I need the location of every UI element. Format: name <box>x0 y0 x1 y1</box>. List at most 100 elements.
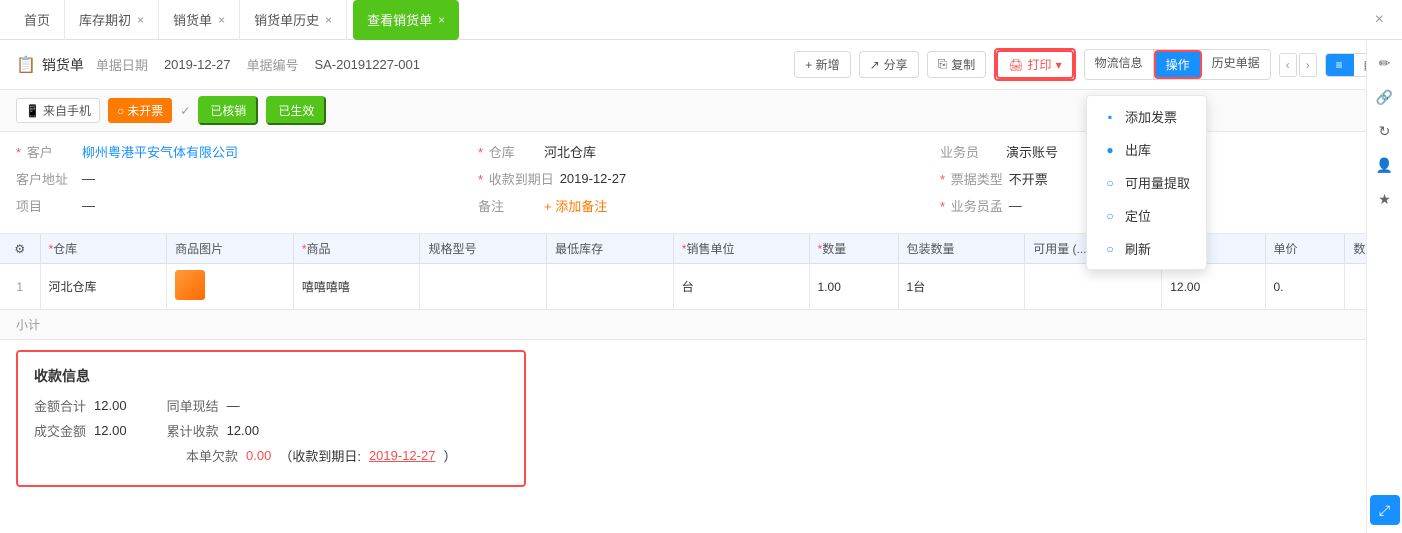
operation-tab[interactable]: 操作 <box>1154 50 1202 79</box>
refresh-label: 刷新 <box>1125 239 1151 258</box>
row-number: 1 <box>0 264 40 310</box>
copy-button[interactable]: ⎘ 复制 <box>927 51 987 78</box>
sidebar-edit-icon[interactable]: ✏ <box>1370 48 1400 78</box>
col-unit: *销售单位 <box>673 234 809 264</box>
col-quantity: *数量 <box>809 234 898 264</box>
payment-date-field: * 收款到期日 2019-12-27 <box>478 169 924 188</box>
document-title-area: 📋 销货单 单据日期 2019-12-27 单据编号 SA-20191227-0… <box>16 55 794 75</box>
locate-label: 定位 <box>1125 206 1151 225</box>
tab-home[interactable]: 首页 <box>10 0 65 40</box>
staff-value: 演示账号 <box>1006 142 1058 161</box>
document-meta: 单据日期 2019-12-27 单据编号 SA-20191227-001 <box>96 55 420 74</box>
payment-date-label: * 收款到期日 <box>478 169 554 188</box>
list-view-btn[interactable]: ≡ <box>1326 54 1354 76</box>
col-product: *商品 <box>293 234 420 264</box>
number-value: SA-20191227-001 <box>314 57 420 72</box>
due-note-end: ） <box>443 446 456 465</box>
sidebar-user-icon[interactable]: 👤 <box>1370 150 1400 180</box>
dropdown-outbound[interactable]: ● 出库 <box>1087 133 1206 166</box>
due-field: 本单欠款 0.00 （收款到期日: 2019-12-27 ） <box>186 446 456 465</box>
col-settings: ⚙ <box>0 234 40 264</box>
sidebar-star-icon[interactable]: ★ <box>1370 184 1400 214</box>
tab-inventory-init[interactable]: 库存期初 × <box>65 0 159 40</box>
dropdown-add-invoice[interactable]: ▪ 添加发票 <box>1087 100 1206 133</box>
due-value: 0.00 <box>246 448 271 463</box>
row-spec <box>420 264 547 310</box>
warehouse-value: 河北仓库 <box>544 142 596 161</box>
tab-sales-order[interactable]: 销货单 × <box>159 0 240 40</box>
col-pack-qty: 包装数量 <box>898 234 1025 264</box>
from-phone-label: 来自手机 <box>43 102 91 119</box>
prev-arrow[interactable]: ‹ <box>1279 53 1297 77</box>
available-qty-label: 可用量提取 <box>1125 173 1190 192</box>
row-pack-qty: 1台 <box>898 264 1025 310</box>
document-header: 📋 销货单 单据日期 2019-12-27 单据编号 SA-20191227-0… <box>0 40 1402 90</box>
sidebar-expand-icon[interactable]: ⤢ <box>1370 495 1400 525</box>
project-field: 项目 — <box>16 196 462 215</box>
tab-view-sales[interactable]: 查看销货单 × <box>353 0 459 40</box>
print-dropdown-icon: ▾ <box>1056 58 1062 72</box>
copy-icon: ⎘ <box>938 57 948 72</box>
tab-inventory-init-close[interactable]: × <box>137 13 144 27</box>
dropdown-available-qty[interactable]: ○ 可用量提取 <box>1087 166 1206 199</box>
sidebar-refresh-icon[interactable]: ↻ <box>1370 116 1400 146</box>
nav-arrows: ‹ › <box>1279 53 1317 77</box>
row-price: 0. <box>1265 264 1345 310</box>
dropdown-locate[interactable]: ○ 定位 <box>1087 199 1206 232</box>
check-icon: ✓ <box>180 104 190 118</box>
document-title-text: 销货单 <box>42 55 84 75</box>
tab-sales-order-close[interactable]: × <box>218 13 225 27</box>
total-label: 金额合计 <box>34 396 86 415</box>
transaction-field: 成交金额 12.00 <box>34 421 127 440</box>
table-row: 1 河北仓库 嘻嘻嘻嘻 台 1.00 1台 12.00 0. <box>0 264 1402 310</box>
new-button[interactable]: + 新增 <box>794 51 850 78</box>
col-spec: 规格型号 <box>420 234 547 264</box>
add-remark-btn[interactable]: + 添加备注 <box>544 196 607 215</box>
next-arrow[interactable]: › <box>1299 53 1317 77</box>
tab-view-sales-close[interactable]: × <box>438 13 445 27</box>
effective-btn[interactable]: 已生效 <box>266 96 326 125</box>
not-open-btn[interactable]: ○ 未开票 <box>108 98 172 123</box>
share-button[interactable]: ↗ 分享 <box>859 51 919 78</box>
outbound-icon: ● <box>1103 143 1117 157</box>
share-icon: ↗ <box>870 58 880 72</box>
transaction-label: 成交金额 <box>34 421 86 440</box>
due-label: 本单欠款 <box>186 446 238 465</box>
tab-sales-history-close[interactable]: × <box>325 13 332 27</box>
number-label: 单据编号 <box>246 55 298 74</box>
payment-info-box: 收款信息 金额合计 12.00 同单现结 — 成交金额 12.00 累计收款 1… <box>16 350 526 487</box>
ticket-type-value: 不开票 <box>1009 169 1048 188</box>
subtotal-label: 小计 <box>0 310 1402 340</box>
date-label: 单据日期 <box>96 55 148 74</box>
row-warehouse: 河北仓库 <box>40 264 167 310</box>
dropdown-refresh[interactable]: ○ 刷新 <box>1087 232 1206 265</box>
logistics-tab[interactable]: 物流信息 <box>1085 50 1154 79</box>
total-field: 金额合计 12.00 <box>34 396 127 415</box>
right-sidebar: ✏ 🔗 ↻ 👤 ★ ⤢ <box>1366 40 1402 533</box>
customer-value[interactable]: 柳州粤港平安气体有限公司 <box>82 142 238 161</box>
customer-label: * 客户 <box>16 142 76 161</box>
print-button[interactable]: 🖨 打印 ▾ <box>996 50 1073 79</box>
window-close-button[interactable]: × <box>1367 11 1392 29</box>
document-icon: 📋 <box>16 55 36 75</box>
history-tab[interactable]: 历史单据 <box>1202 50 1270 79</box>
payment-row-1: 金额合计 12.00 同单现结 — <box>34 396 508 415</box>
row-available <box>1025 264 1162 310</box>
address-value: — <box>82 171 95 186</box>
locate-icon: ○ <box>1103 209 1117 223</box>
from-phone-btn[interactable]: 📱 来自手机 <box>16 98 100 123</box>
tab-inventory-init-label: 库存期初 <box>79 10 131 29</box>
operation-dropdown: ▪ 添加发票 ● 出库 ○ 可用量提取 ○ 定位 ○ 刷新 <box>1086 95 1207 270</box>
ticket-icon: ○ <box>117 104 124 118</box>
document-title: 📋 销货单 <box>16 55 84 75</box>
warehouse-field: * 仓库 河北仓库 <box>478 142 924 161</box>
document-actions: + 新增 ↗ 分享 ⎘ 复制 🖨 打印 ▾ 物流信息 操作 历史单据 <box>794 48 1386 81</box>
payment-date-value: 2019-12-27 <box>560 171 627 186</box>
due-date[interactable]: 2019-12-27 <box>369 448 436 463</box>
tab-sales-history[interactable]: 销货单历史 × <box>240 0 347 40</box>
sidebar-link-icon[interactable]: 🔗 <box>1370 82 1400 112</box>
sold-out-btn[interactable]: 已核销 <box>198 96 258 125</box>
due-note: （收款到期日: <box>279 446 361 465</box>
outbound-label: 出库 <box>1125 140 1151 159</box>
col-warehouse: *仓库 <box>40 234 167 264</box>
